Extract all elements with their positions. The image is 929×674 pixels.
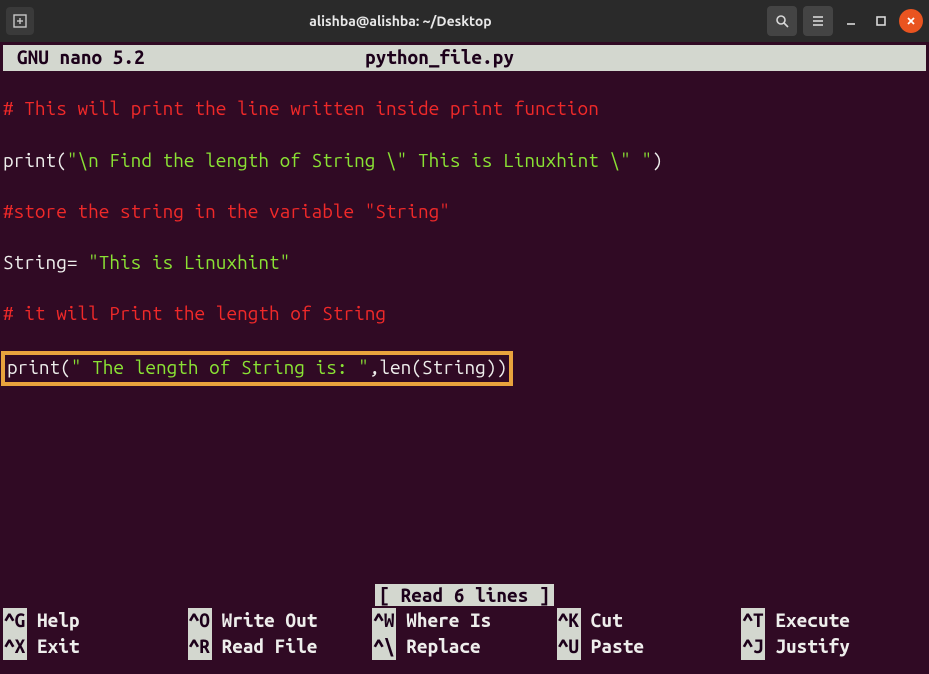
nano-filename: python_file.py — [365, 45, 514, 71]
code-string: "\n Find the length of String \" This is… — [67, 149, 652, 171]
search-button[interactable] — [767, 6, 797, 36]
window-title: alishba@alishba: ~/Desktop — [34, 13, 767, 29]
shortcut-justify: ^JJustify — [741, 634, 926, 660]
shortcut-replace: ^\Replace — [372, 634, 557, 660]
close-button[interactable] — [899, 9, 923, 33]
shortcut-help: ^GHelp — [3, 608, 188, 634]
code-text: String= — [3, 251, 88, 273]
shortcut-cut: ^KCut — [557, 608, 742, 634]
window-titlebar: alishba@alishba: ~/Desktop — [0, 0, 929, 42]
nano-header: GNU nano 5.2 python_file.py — [3, 45, 926, 71]
terminal-area[interactable]: GNU nano 5.2 python_file.py # This will … — [0, 42, 929, 663]
nano-status-text: [ Read 6 lines ] — [375, 584, 553, 606]
shortcut-whereis: ^WWhere Is — [372, 608, 557, 634]
code-text: print( — [3, 149, 67, 171]
menu-button[interactable] — [803, 6, 833, 36]
code-text: ) — [652, 149, 663, 171]
code-comment: # it will Print the length of String — [3, 302, 386, 324]
shortcut-execute: ^TExecute — [741, 608, 926, 634]
nano-version: GNU nano 5.2 — [5, 45, 365, 71]
new-tab-button[interactable] — [6, 7, 34, 35]
code-text: ,len(String)) — [369, 356, 507, 378]
code-string: " The length of String is: " — [71, 356, 369, 378]
nano-status-bar: [ Read 6 lines ] — [3, 583, 926, 609]
shortcut-writeout: ^OWrite Out — [188, 608, 373, 634]
shortcut-paste: ^UPaste — [557, 634, 742, 660]
highlight-annotation: print(" The length of String is: ",len(S… — [1, 351, 513, 387]
shortcut-readfile: ^RRead File — [188, 634, 373, 660]
code-comment: #store the string in the variable "Strin… — [3, 200, 450, 222]
code-string: "This is Linuxhint" — [88, 251, 290, 273]
nano-shortcuts: ^GHelp ^OWrite Out ^WWhere Is ^KCut ^TEx… — [3, 608, 926, 659]
code-text: print( — [7, 356, 71, 378]
shortcut-exit: ^XExit — [3, 634, 188, 660]
minimize-button[interactable] — [839, 9, 863, 33]
editor-body[interactable]: # This will print the line written insid… — [3, 71, 926, 583]
maximize-button[interactable] — [869, 9, 893, 33]
code-comment: # This will print the line written insid… — [3, 97, 599, 119]
